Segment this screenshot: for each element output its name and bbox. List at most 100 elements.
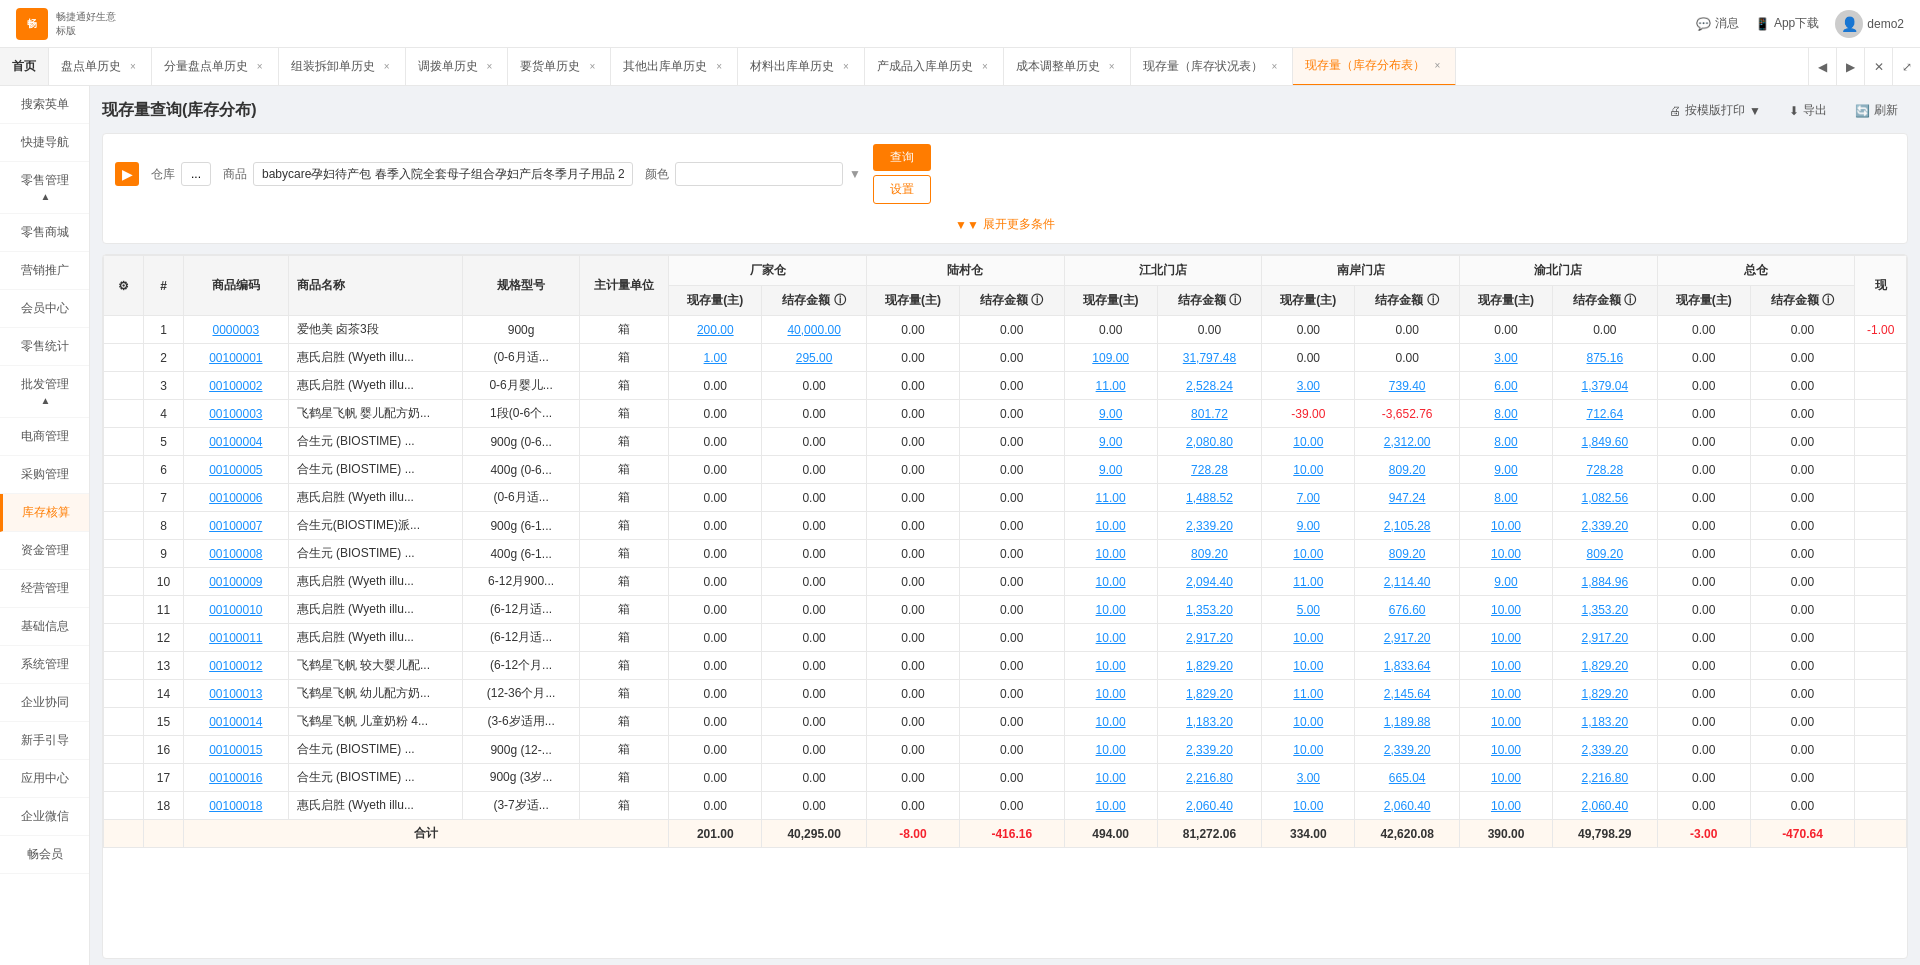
cell-s4-v1[interactable]: 2,339.20 [1581,743,1628,757]
tab-9[interactable]: 成本调整单历史 × [1004,48,1131,86]
cell-s4-v0[interactable]: 10.00 [1491,603,1521,617]
cell-s3-v1[interactable]: 947.24 [1389,491,1426,505]
cell-s3-v0[interactable]: 10.00 [1293,631,1323,645]
cell-s3-v0[interactable]: 11.00 [1293,575,1323,589]
cell-s2-v1[interactable]: 2,060.40 [1186,799,1233,813]
tab-10[interactable]: 现存量（库存状况表） × [1131,48,1294,86]
cell-s2-v0[interactable]: 10.00 [1096,603,1126,617]
cell-s2-v1[interactable]: 809.20 [1191,547,1228,561]
cell-s3-v1[interactable]: 809.20 [1389,547,1426,561]
cell-s2-v0[interactable]: 10.00 [1096,743,1126,757]
cell-s3-v0[interactable]: 10.00 [1293,659,1323,673]
cell-s0-v1[interactable]: 295.00 [796,351,833,365]
app-download-btn[interactable]: 📱 App下载 [1755,15,1819,32]
sidebar-item-system[interactable]: 系统管理 [0,646,89,684]
tab-8[interactable]: 产成品入库单历史 × [865,48,1004,86]
cell-s2-v0[interactable]: 10.00 [1096,715,1126,729]
row-code[interactable]: 00100014 [209,715,262,729]
sidebar-item-finance[interactable]: 资金管理 [0,532,89,570]
cell-s4-v1[interactable]: 2,339.20 [1581,519,1628,533]
sidebar-item-appstore[interactable]: 应用中心 [0,760,89,798]
cell-s4-v1[interactable]: 1,829.20 [1581,687,1628,701]
close-tab-4[interactable]: × [484,60,496,73]
cell-s3-v0[interactable]: 3.00 [1297,771,1320,785]
goods-input[interactable] [253,162,633,186]
cell-s4-v0[interactable]: 10.00 [1491,519,1521,533]
close-tab-2[interactable]: × [254,60,266,73]
cell-s4-v1[interactable]: 1,849.60 [1581,435,1628,449]
sidebar-item-wholesale[interactable]: 批发管理 ▲ [0,366,89,418]
set-btn[interactable]: 设置 [873,175,931,204]
row-code[interactable]: 00100015 [209,743,262,757]
cell-s4-v0[interactable]: 9.00 [1494,575,1517,589]
cell-s2-v1[interactable]: 728.28 [1191,463,1228,477]
cell-s4-v1[interactable]: 712.64 [1586,407,1623,421]
query-btn[interactable]: 查询 [873,144,931,171]
close-tab-7[interactable]: × [840,60,852,73]
row-code[interactable]: 00100013 [209,687,262,701]
cell-s4-v1[interactable]: 809.20 [1586,547,1623,561]
cell-s2-v0[interactable]: 9.00 [1099,407,1122,421]
tab-2[interactable]: 分量盘点单历史 × [152,48,279,86]
cell-s3-v0[interactable]: 10.00 [1293,743,1323,757]
cell-s3-v0[interactable]: 10.00 [1293,435,1323,449]
cell-s4-v0[interactable]: 10.00 [1491,547,1521,561]
cell-s3-v0[interactable]: 10.00 [1293,799,1323,813]
cell-s2-v0[interactable]: 9.00 [1099,463,1122,477]
close-tab-10[interactable]: × [1269,60,1281,73]
cell-s2-v1[interactable]: 2,339.20 [1186,743,1233,757]
message-btn[interactable]: 💬 消息 [1696,15,1739,32]
cell-s3-v1[interactable]: 2,917.20 [1384,631,1431,645]
cell-s3-v1[interactable]: 2,105.28 [1384,519,1431,533]
close-tab-11[interactable]: × [1431,59,1443,72]
cell-s2-v1[interactable]: 1,353.20 [1186,603,1233,617]
cell-s4-v1[interactable]: 728.28 [1586,463,1623,477]
cell-s3-v1[interactable]: 2,060.40 [1384,799,1431,813]
row-code[interactable]: 00100011 [209,631,262,645]
sidebar-item-quicknav[interactable]: 快捷导航 [0,124,89,162]
cell-s3-v0[interactable]: 10.00 [1293,715,1323,729]
tab-5[interactable]: 要货单历史 × [508,48,611,86]
cell-s0-v1[interactable]: 40,000.00 [787,323,840,337]
search-expand-btn[interactable]: ▶ [115,162,139,186]
color-input[interactable] [675,162,843,186]
cell-s4-v1[interactable]: 2,216.80 [1581,771,1628,785]
cell-s2-v1[interactable]: 2,216.80 [1186,771,1233,785]
cell-s3-v1[interactable]: 676.60 [1389,603,1426,617]
sidebar-item-wechat[interactable]: 企业微信 [0,798,89,836]
cell-s4-v0[interactable]: 10.00 [1491,743,1521,757]
close-tab-6[interactable]: × [713,60,725,73]
tab-home[interactable]: 首页 [0,48,49,86]
cell-s2-v0[interactable]: 9.00 [1099,435,1122,449]
tab-1[interactable]: 盘点单历史 × [49,48,152,86]
cell-s4-v0[interactable]: 8.00 [1494,435,1517,449]
cell-s4-v0[interactable]: 3.00 [1494,351,1517,365]
sidebar-item-operations[interactable]: 经营管理 [0,570,89,608]
sidebar-item-retail-mgmt[interactable]: 零售管理 ▲ [0,162,89,214]
cell-s3-v1[interactable]: 1,833.64 [1384,659,1431,673]
row-code[interactable]: 00100003 [209,407,262,421]
cell-s2-v1[interactable]: 2,917.20 [1186,631,1233,645]
tab-3[interactable]: 组装拆卸单历史 × [279,48,406,86]
cell-s4-v1[interactable]: 1,884.96 [1581,575,1628,589]
close-tab-8[interactable]: × [979,60,991,73]
cell-s2-v1[interactable]: 2,528.24 [1186,379,1233,393]
close-tab-9[interactable]: × [1106,60,1118,73]
cell-s3-v1[interactable]: 1,189.88 [1384,715,1431,729]
sidebar-item-guide[interactable]: 新手引导 [0,722,89,760]
row-code[interactable]: 00100006 [209,491,262,505]
sidebar-item-retail-stats[interactable]: 零售统计 [0,328,89,366]
cell-s2-v1[interactable]: 1,488.52 [1186,491,1233,505]
cell-s2-v0[interactable]: 10.00 [1096,687,1126,701]
tab-7[interactable]: 材料出库单历史 × [738,48,865,86]
cell-s2-v1[interactable]: 1,829.20 [1186,687,1233,701]
row-code[interactable]: 00100002 [209,379,262,393]
cell-s2-v0[interactable]: 10.00 [1096,519,1126,533]
sidebar-item-inventory[interactable]: 库存核算 [0,494,89,532]
cell-s2-v0[interactable]: 10.00 [1096,659,1126,673]
cell-s4-v0[interactable]: 6.00 [1494,379,1517,393]
cell-s0-v0[interactable]: 1.00 [704,351,727,365]
cell-s4-v0[interactable]: 8.00 [1494,407,1517,421]
sidebar-item-search[interactable]: 搜索英单 [0,86,89,124]
row-code[interactable]: 00100018 [209,799,262,813]
